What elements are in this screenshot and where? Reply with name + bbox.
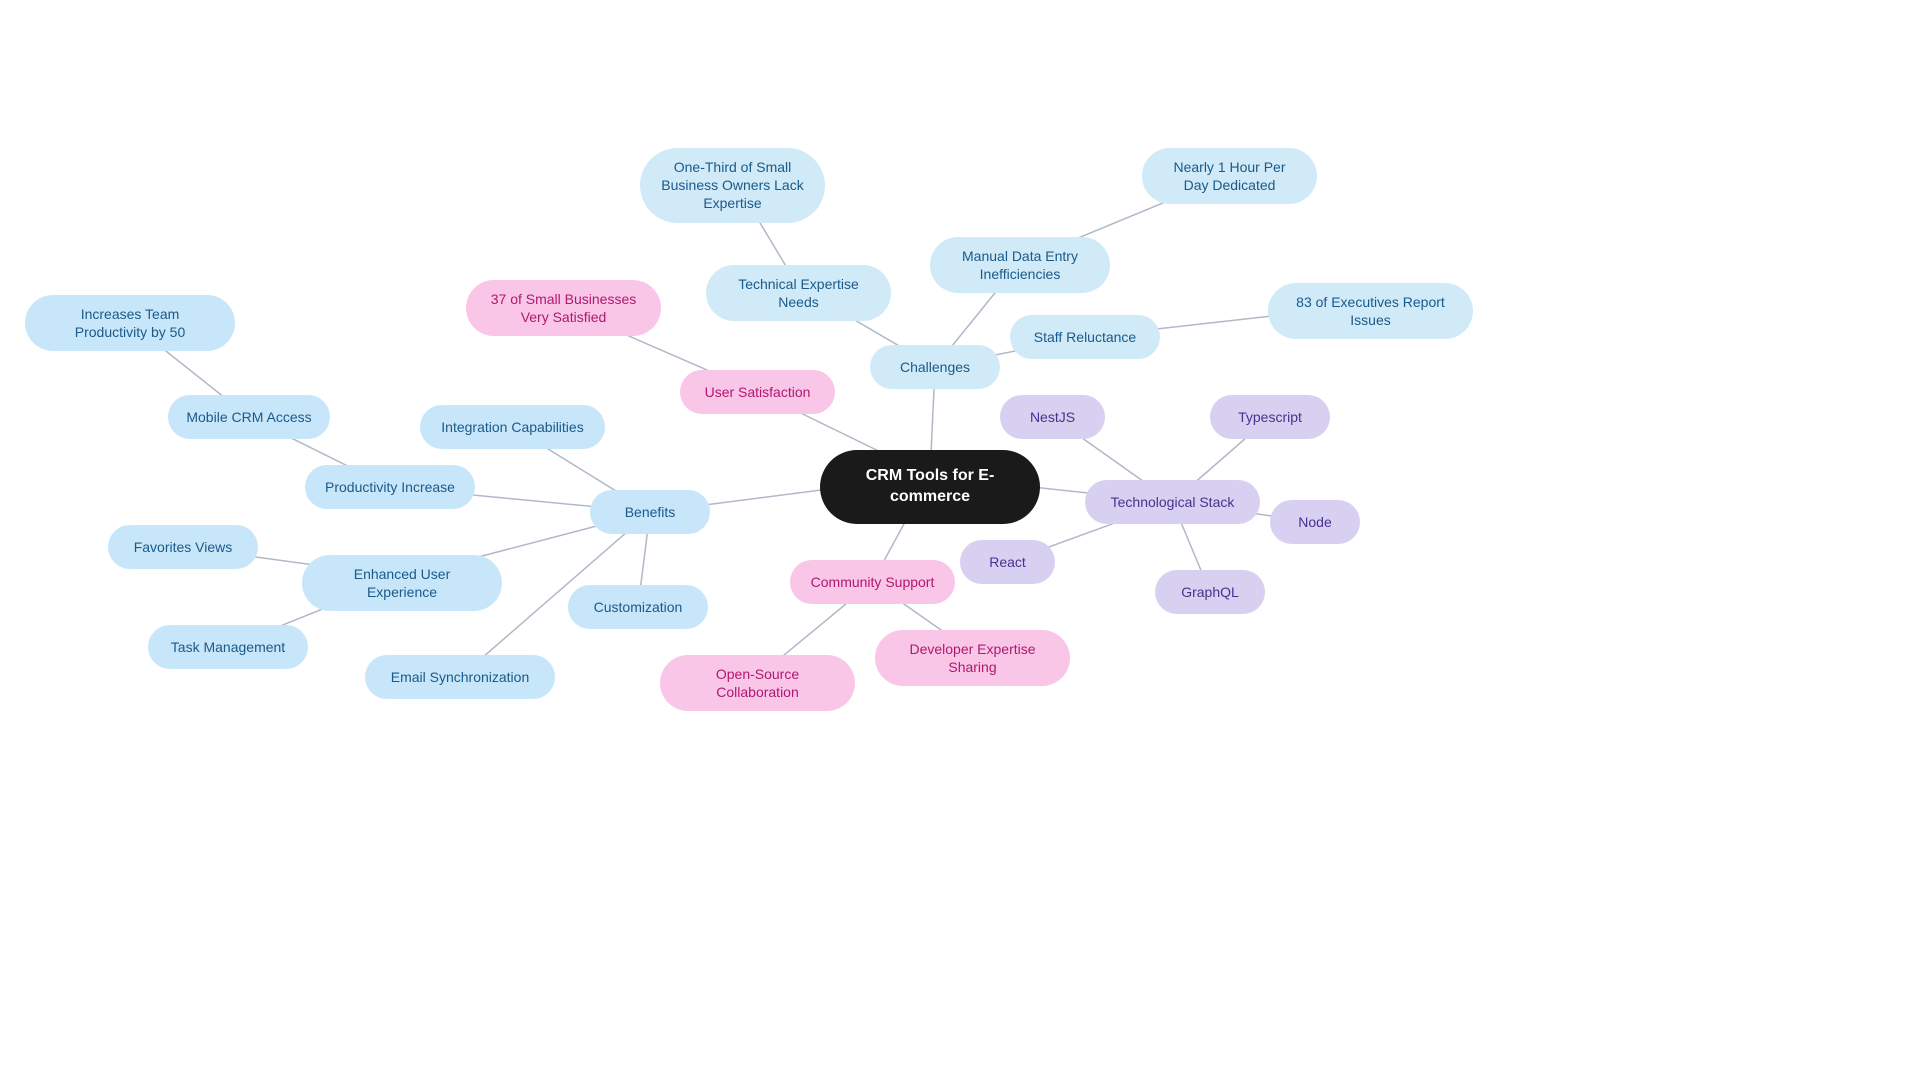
mind-map-container: CRM Tools for E-commerce Benefits Challeng…: [0, 0, 1920, 1083]
node-label-taskManagement: Task Management: [171, 638, 285, 656]
node-label-productivityIncrease: Productivity Increase: [325, 478, 455, 496]
node-integrationCapabilities[interactable]: Integration Capabilities: [420, 405, 605, 449]
node-label-manualDataEntry: Manual Data Entry Inefficiencies: [948, 247, 1092, 283]
node-typescript[interactable]: Typescript: [1210, 395, 1330, 439]
node-developerExpertise[interactable]: Developer Expertise Sharing: [875, 630, 1070, 686]
node-nestJS[interactable]: NestJS: [1000, 395, 1105, 439]
node-label-openSourceCollab: Open-Source Collaboration: [678, 665, 837, 701]
node-label-node: Node: [1298, 513, 1331, 531]
node-label-technologicalStack: Technological Stack: [1111, 493, 1235, 511]
node-oneThirdSmallBusiness[interactable]: One-Third of Small Business Owners Lack …: [640, 148, 825, 223]
node-37SmallBusinesses[interactable]: 37 of Small Businesses Very Satisfied: [466, 280, 661, 336]
node-label-customization: Customization: [594, 598, 683, 616]
node-customization[interactable]: Customization: [568, 585, 708, 629]
node-label-center: CRM Tools for E-commerce: [848, 466, 1012, 508]
node-react[interactable]: React: [960, 540, 1055, 584]
node-label-emailSync: Email Synchronization: [391, 668, 530, 686]
node-label-challenges: Challenges: [900, 358, 970, 376]
node-userSatisfaction[interactable]: User Satisfaction: [680, 370, 835, 414]
node-emailSync[interactable]: Email Synchronization: [365, 655, 555, 699]
node-label-developerExpertise: Developer Expertise Sharing: [893, 640, 1052, 676]
node-enhancedUserExp[interactable]: Enhanced User Experience: [302, 555, 502, 611]
node-communitySupport[interactable]: Community Support: [790, 560, 955, 604]
node-label-83Executives: 83 of Executives Report Issues: [1286, 293, 1455, 329]
node-label-increasesTeamProductivity: Increases Team Productivity by 50: [43, 305, 217, 341]
node-label-technicalExpertiseNeeds: Technical Expertise Needs: [724, 275, 873, 311]
connections-svg: [0, 0, 1920, 1083]
node-label-favoritesViews: Favorites Views: [134, 538, 233, 556]
node-technologicalStack[interactable]: Technological Stack: [1085, 480, 1260, 524]
node-label-userSatisfaction: User Satisfaction: [705, 383, 811, 401]
node-label-react: React: [989, 553, 1026, 571]
node-openSourceCollab[interactable]: Open-Source Collaboration: [660, 655, 855, 711]
node-label-staffReluctance: Staff Reluctance: [1034, 328, 1136, 346]
node-manualDataEntry[interactable]: Manual Data Entry Inefficiencies: [930, 237, 1110, 293]
node-label-benefits: Benefits: [625, 503, 676, 521]
node-center[interactable]: CRM Tools for E-commerce: [820, 450, 1040, 524]
node-83Executives[interactable]: 83 of Executives Report Issues: [1268, 283, 1473, 339]
node-increasesTeamProductivity[interactable]: Increases Team Productivity by 50: [25, 295, 235, 351]
node-label-nestJS: NestJS: [1030, 408, 1075, 426]
node-taskManagement[interactable]: Task Management: [148, 625, 308, 669]
node-mobileCrmAccess[interactable]: Mobile CRM Access: [168, 395, 330, 439]
node-label-enhancedUserExp: Enhanced User Experience: [320, 565, 484, 601]
node-label-37SmallBusinesses: 37 of Small Businesses Very Satisfied: [484, 290, 643, 326]
node-label-mobileCrmAccess: Mobile CRM Access: [186, 408, 311, 426]
node-label-communitySupport: Community Support: [811, 573, 935, 591]
node-label-typescript: Typescript: [1238, 408, 1302, 426]
node-challenges[interactable]: Challenges: [870, 345, 1000, 389]
node-productivityIncrease[interactable]: Productivity Increase: [305, 465, 475, 509]
node-favoritesViews[interactable]: Favorites Views: [108, 525, 258, 569]
node-label-graphQL: GraphQL: [1181, 583, 1239, 601]
node-staffReluctance[interactable]: Staff Reluctance: [1010, 315, 1160, 359]
node-label-integrationCapabilities: Integration Capabilities: [441, 418, 583, 436]
node-nearlyHour[interactable]: Nearly 1 Hour Per Day Dedicated: [1142, 148, 1317, 204]
node-label-nearlyHour: Nearly 1 Hour Per Day Dedicated: [1160, 158, 1299, 194]
node-graphQL[interactable]: GraphQL: [1155, 570, 1265, 614]
node-label-oneThirdSmallBusiness: One-Third of Small Business Owners Lack …: [658, 158, 807, 213]
node-node[interactable]: Node: [1270, 500, 1360, 544]
node-technicalExpertiseNeeds[interactable]: Technical Expertise Needs: [706, 265, 891, 321]
node-benefits[interactable]: Benefits: [590, 490, 710, 534]
